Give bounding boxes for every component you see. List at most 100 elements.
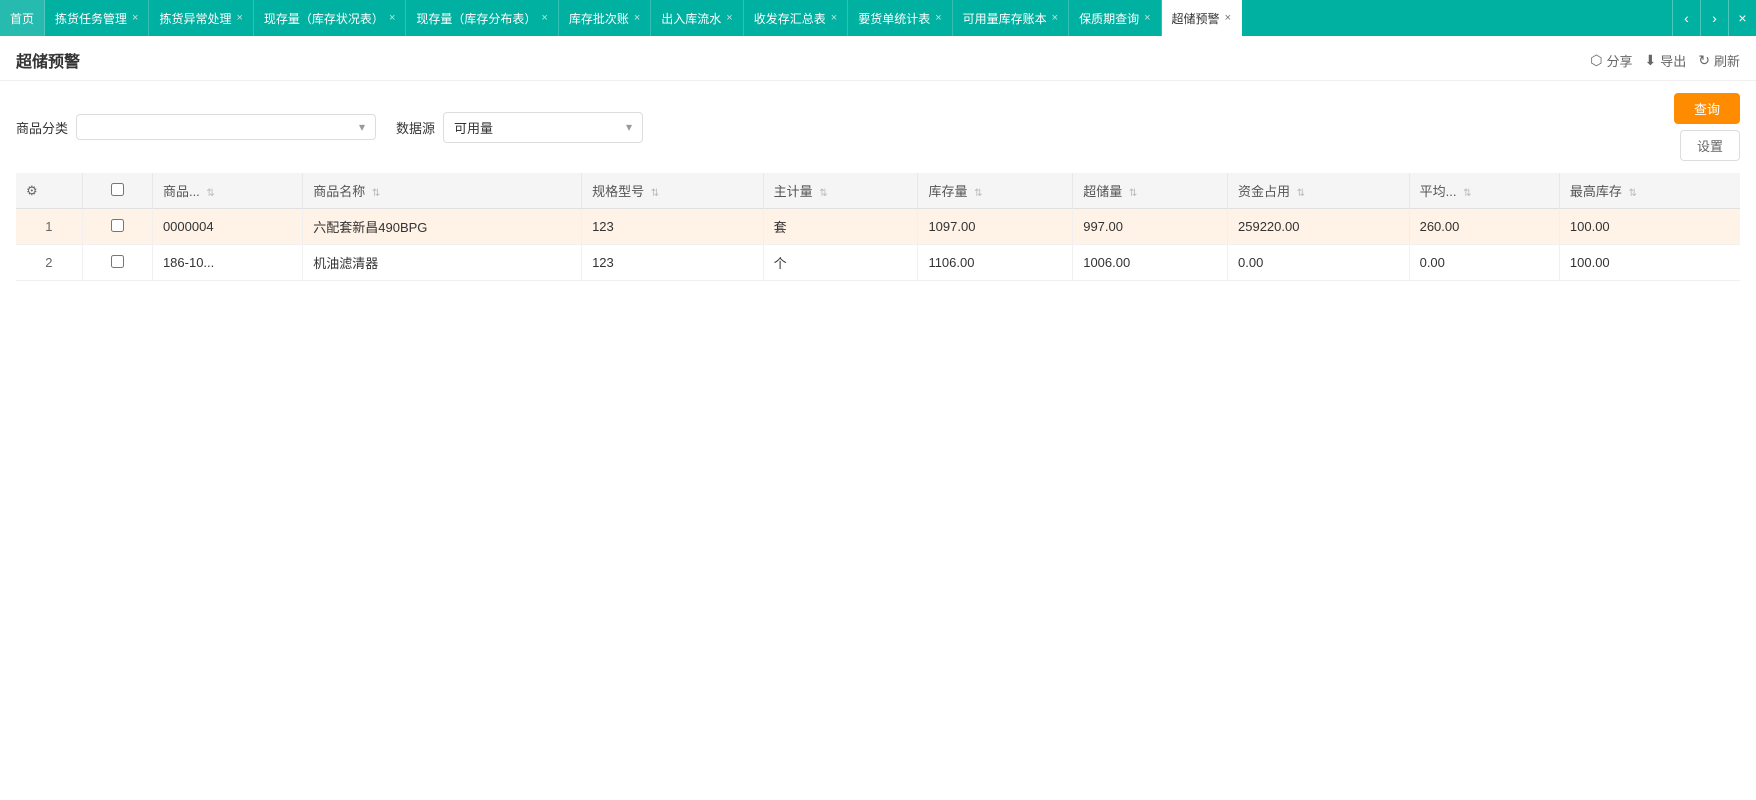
datasource-select[interactable]: 可用量 ▾ bbox=[443, 112, 643, 143]
nav-stock-dist[interactable]: 现存量（库存分布表） × bbox=[406, 0, 558, 36]
col-spec[interactable]: 规格型号 ⇅ bbox=[582, 173, 764, 209]
chevron-down-icon: ▾ bbox=[626, 120, 632, 134]
datasource-value: 可用量 bbox=[454, 118, 493, 137]
row-avg: 0.00 bbox=[1409, 245, 1559, 281]
row-capital: 0.00 bbox=[1228, 245, 1410, 281]
sort-icon: ⇅ bbox=[974, 188, 982, 199]
close-icon[interactable]: × bbox=[726, 12, 732, 24]
nav-quality-check[interactable]: 保质期查询 × bbox=[1069, 0, 1161, 36]
settings-button[interactable]: 设置 bbox=[1680, 130, 1740, 161]
row-number: 1 bbox=[16, 209, 82, 245]
row-spec: 123 bbox=[582, 209, 764, 245]
row-unit: 套 bbox=[763, 209, 918, 245]
page-header: 超储预警 ⬡ 分享 ⬇ 导出 ↻ 刷新 bbox=[0, 36, 1756, 81]
col-avg[interactable]: 平均... ⇅ bbox=[1409, 173, 1559, 209]
nav-exception[interactable]: 拣货异常处理 × bbox=[149, 0, 253, 36]
nav-overflow-warning[interactable]: 超储预警 × bbox=[1162, 0, 1242, 36]
row-maxstock: 100.00 bbox=[1559, 245, 1740, 281]
nav-close-all-button[interactable]: × bbox=[1728, 0, 1756, 36]
close-icon[interactable]: × bbox=[831, 12, 837, 24]
col-name[interactable]: 商品名称 ⇅ bbox=[303, 173, 582, 209]
row-checkbox-cell bbox=[82, 209, 152, 245]
close-icon[interactable]: × bbox=[236, 12, 242, 24]
data-table: ⚙ 商品... ⇅ 商品名称 ⇅ 规格型号 ⇅ bbox=[16, 173, 1740, 281]
col-unit[interactable]: 主计量 ⇅ bbox=[763, 173, 918, 209]
col-settings: ⚙ bbox=[16, 173, 82, 209]
category-filter: 商品分类 ▾ bbox=[16, 114, 376, 140]
col-maxstock[interactable]: 最高库存 ⇅ bbox=[1559, 173, 1740, 209]
row-stock: 1106.00 bbox=[918, 245, 1073, 281]
row-spec: 123 bbox=[582, 245, 764, 281]
sort-icon: ⇅ bbox=[206, 188, 214, 199]
query-button[interactable]: 查询 bbox=[1674, 93, 1740, 124]
export-button[interactable]: ⬇ 导出 bbox=[1645, 51, 1687, 70]
close-icon[interactable]: × bbox=[1052, 12, 1058, 24]
sort-icon: ⇅ bbox=[1629, 188, 1637, 199]
row-checkbox[interactable] bbox=[111, 219, 124, 232]
settings-gear-icon[interactable]: ⚙ bbox=[26, 183, 38, 198]
nav-batch-account[interactable]: 库存批次账 × bbox=[559, 0, 651, 36]
row-maxstock: 100.00 bbox=[1559, 209, 1740, 245]
export-icon: ⬇ bbox=[1645, 52, 1657, 69]
nav-task-mgmt[interactable]: 拣货任务管理 × bbox=[45, 0, 149, 36]
row-name: 机油滤清器 bbox=[303, 245, 582, 281]
sort-icon: ⇅ bbox=[651, 188, 659, 199]
row-stock: 1097.00 bbox=[918, 209, 1073, 245]
sort-icon: ⇅ bbox=[372, 188, 380, 199]
col-checkbox bbox=[82, 173, 152, 209]
row-checkbox-cell bbox=[82, 245, 152, 281]
table-row: 2 186-10... 机油滤清器 123 个 1106.00 1006.00 … bbox=[16, 245, 1740, 281]
table-wrapper: ⚙ 商品... ⇅ 商品名称 ⇅ 规格型号 ⇅ bbox=[0, 173, 1756, 281]
sort-icon: ⇅ bbox=[819, 188, 827, 199]
top-navigation: 首页 拣货任务管理 × 拣货异常处理 × 现存量（库存状况表） × 现存量（库存… bbox=[0, 0, 1756, 36]
nav-home[interactable]: 首页 bbox=[0, 0, 45, 36]
nav-summary[interactable]: 收发存汇总表 × bbox=[744, 0, 848, 36]
table-header-row: ⚙ 商品... ⇅ 商品名称 ⇅ 规格型号 ⇅ bbox=[16, 173, 1740, 209]
row-name: 六配套新昌490BPG bbox=[303, 209, 582, 245]
nav-stock-status[interactable]: 现存量（库存状况表） × bbox=[254, 0, 406, 36]
close-icon[interactable]: × bbox=[1144, 12, 1150, 24]
filter-actions: 查询 设置 bbox=[1674, 93, 1740, 161]
select-all-checkbox[interactable] bbox=[111, 183, 124, 196]
category-label: 商品分类 bbox=[16, 118, 68, 137]
close-icon[interactable]: × bbox=[1225, 12, 1231, 24]
col-code[interactable]: 商品... ⇅ bbox=[152, 173, 302, 209]
sort-icon: ⇅ bbox=[1463, 188, 1471, 199]
header-actions: ⬡ 分享 ⬇ 导出 ↻ 刷新 bbox=[1590, 51, 1740, 70]
nav-order-stats[interactable]: 要货单统计表 × bbox=[848, 0, 952, 36]
close-icon[interactable]: × bbox=[634, 12, 640, 24]
refresh-button[interactable]: ↻ 刷新 bbox=[1698, 51, 1740, 70]
nav-available-stock[interactable]: 可用量库存账本 × bbox=[953, 0, 1069, 36]
page-content: 超储预警 ⬡ 分享 ⬇ 导出 ↻ 刷新 商品分类 ▾ 数据源 bbox=[0, 36, 1756, 800]
col-capital[interactable]: 资金占用 ⇅ bbox=[1228, 173, 1410, 209]
nav-arrows: ‹ › × bbox=[1672, 0, 1756, 36]
col-stock[interactable]: 库存量 ⇅ bbox=[918, 173, 1073, 209]
sort-icon: ⇅ bbox=[1129, 188, 1137, 199]
chevron-down-icon: ▾ bbox=[359, 120, 365, 134]
row-number: 2 bbox=[16, 245, 82, 281]
row-unit: 个 bbox=[763, 245, 918, 281]
close-icon[interactable]: × bbox=[541, 12, 547, 24]
row-capital: 259220.00 bbox=[1228, 209, 1410, 245]
col-overflow[interactable]: 超储量 ⇅ bbox=[1073, 173, 1228, 209]
close-icon[interactable]: × bbox=[132, 12, 138, 24]
datasource-label: 数据源 bbox=[396, 118, 435, 137]
category-select[interactable]: ▾ bbox=[76, 114, 376, 140]
filter-row: 商品分类 ▾ 数据源 可用量 ▾ 查询 设置 bbox=[0, 81, 1756, 173]
nav-prev-button[interactable]: ‹ bbox=[1672, 0, 1700, 36]
row-overflow: 997.00 bbox=[1073, 209, 1228, 245]
nav-next-button[interactable]: › bbox=[1700, 0, 1728, 36]
nav-inout-flow[interactable]: 出入库流水 × bbox=[651, 0, 743, 36]
close-icon[interactable]: × bbox=[389, 12, 395, 24]
row-checkbox[interactable] bbox=[111, 255, 124, 268]
sort-icon: ⇅ bbox=[1297, 188, 1305, 199]
table-row: 1 0000004 六配套新昌490BPG 123 套 1097.00 997.… bbox=[16, 209, 1740, 245]
row-code: 186-10... bbox=[152, 245, 302, 281]
refresh-icon: ↻ bbox=[1698, 52, 1710, 69]
datasource-filter: 数据源 可用量 ▾ bbox=[396, 112, 643, 143]
share-icon: ⬡ bbox=[1590, 52, 1602, 69]
share-button[interactable]: ⬡ 分享 bbox=[1590, 51, 1632, 70]
row-overflow: 1006.00 bbox=[1073, 245, 1228, 281]
close-icon[interactable]: × bbox=[935, 12, 941, 24]
row-code: 0000004 bbox=[152, 209, 302, 245]
